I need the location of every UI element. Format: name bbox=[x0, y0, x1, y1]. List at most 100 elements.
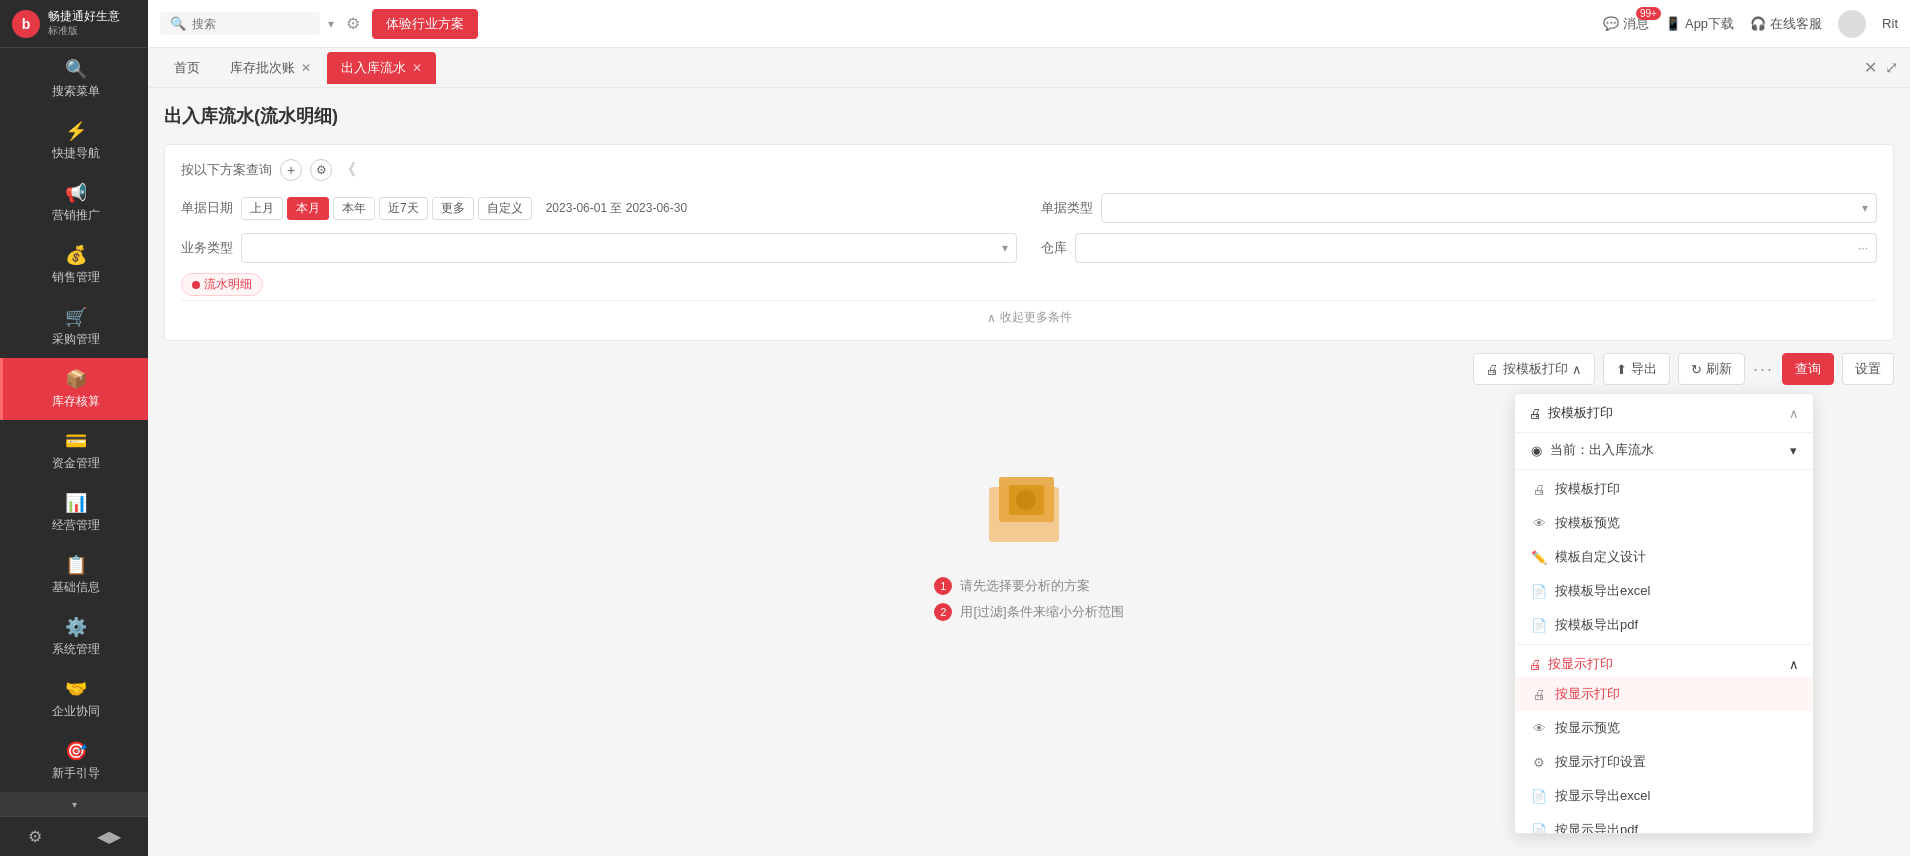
dp-template-label-2: 模板自定义设计 bbox=[1555, 548, 1646, 566]
dp-divider-2 bbox=[1515, 644, 1813, 645]
dp-display-icon-4: 📄 bbox=[1531, 822, 1547, 833]
topbar-gear-icon[interactable]: ⚙ bbox=[346, 14, 360, 33]
trial-button[interactable]: 体验行业方案 bbox=[372, 9, 478, 39]
message-btn[interactable]: 💬 消息 99+ bbox=[1603, 15, 1649, 33]
sidebar-item-11[interactable]: 🎯新手引导 bbox=[0, 730, 148, 792]
settings-button[interactable]: 设置 bbox=[1842, 353, 1894, 385]
refresh-button[interactable]: ↻ 刷新 bbox=[1678, 353, 1745, 385]
sidebar-item-9[interactable]: ⚙️系统管理 bbox=[0, 606, 148, 668]
sidebar-item-7[interactable]: 📊经营管理 bbox=[0, 482, 148, 544]
dp-template-icon-0: 🖨 bbox=[1531, 481, 1547, 497]
collapse-button[interactable]: ∧ 收起更多条件 bbox=[181, 300, 1877, 326]
tab-close-2[interactable]: ✕ bbox=[412, 61, 422, 75]
sidebar-item-0[interactable]: 🔍搜索菜单 bbox=[0, 48, 148, 110]
step-1-num: 1 bbox=[934, 577, 952, 595]
settings-icon[interactable]: ⚙ bbox=[28, 827, 42, 846]
sidebar-item-6[interactable]: 💳 资金管理 bbox=[0, 420, 148, 482]
sidebar-scroll-down[interactable]: ▾ bbox=[0, 792, 148, 816]
filter-add-button[interactable]: + bbox=[280, 159, 302, 181]
query-button[interactable]: 查询 bbox=[1782, 353, 1834, 385]
date-shortcut-4[interactable]: 更多 bbox=[432, 197, 474, 220]
warehouse-arrow-icon: ··· bbox=[1858, 241, 1868, 255]
date-range-text: 2023-06-01 至 2023-06-30 bbox=[546, 200, 687, 217]
sidebar-item-2[interactable]: 📢营销推广 bbox=[0, 172, 148, 234]
dp-scrollable: ◉ 当前：出入库流水 ▾ 🖨按模板打印👁按模板预览✏️模板自定义设计📄按模板导出… bbox=[1515, 433, 1813, 833]
dp-display-icon-2: ⚙ bbox=[1531, 754, 1547, 770]
dp-template-icon-1: 👁 bbox=[1531, 515, 1547, 531]
empty-step-1: 1 请先选择要分析的方案 bbox=[934, 577, 1123, 595]
logo-icon: b bbox=[12, 10, 40, 38]
print-dropdown-panel: 🖨 按模板打印 ∧ ◉ 当前：出入库流水 ▾ 🖨按模板打印 👁 bbox=[1514, 393, 1814, 834]
sidebar-item-3[interactable]: 💰销售管理 bbox=[0, 234, 148, 296]
biz-type-select[interactable]: ▾ bbox=[241, 233, 1017, 263]
search-box[interactable]: 🔍 bbox=[160, 12, 320, 35]
warehouse-field: 仓库 ··· bbox=[1041, 233, 1877, 263]
username-label[interactable]: Rit bbox=[1882, 16, 1898, 31]
dp-display-icon-0: 🖨 bbox=[1531, 686, 1547, 702]
collapse-icon[interactable]: ◀▶ bbox=[97, 827, 121, 846]
date-shortcut-2[interactable]: 本年 bbox=[333, 197, 375, 220]
sidebar-item-5[interactable]: 📦库存核算 bbox=[0, 358, 148, 420]
sidebar-item-4[interactable]: 🛒采购管理 bbox=[0, 296, 148, 358]
sidebar-icon-1: ⚡ bbox=[65, 120, 87, 142]
tab-label-0: 首页 bbox=[174, 59, 200, 77]
dp-display-item-0[interactable]: 🖨按显示打印 bbox=[1515, 677, 1813, 711]
warehouse-label: 仓库 bbox=[1041, 239, 1067, 257]
close-window-icon[interactable]: ✕ bbox=[1864, 58, 1877, 77]
sidebar-item-10[interactable]: 🤝企业协同 bbox=[0, 668, 148, 730]
dp-up-icon[interactable]: ∧ bbox=[1789, 406, 1799, 421]
date-shortcut-3[interactable]: 近7天 bbox=[379, 197, 428, 220]
dp-template-item-1[interactable]: 👁按模板预览 bbox=[1515, 506, 1813, 540]
dp-display-item-2[interactable]: ⚙按显示打印设置 bbox=[1515, 745, 1813, 779]
dp-template-item-0[interactable]: 🖨按模板打印 bbox=[1515, 472, 1813, 506]
page-title: 出入库流水(流水明细) bbox=[164, 104, 1894, 128]
app-download-btn[interactable]: 📱 App下载 bbox=[1665, 15, 1734, 33]
sidebar-icon-4: 🛒 bbox=[65, 306, 87, 328]
dp-display-item-1[interactable]: 👁按显示预览 bbox=[1515, 711, 1813, 745]
filter-tag-item[interactable]: 流水明细 bbox=[181, 273, 263, 296]
dp-template-item-3[interactable]: 📄按模板导出excel bbox=[1515, 574, 1813, 608]
maximize-icon[interactable]: ⤢ bbox=[1885, 58, 1898, 77]
filter-area: 按以下方案查询 + ⚙ 《 单据日期 上月本月本年近7天更多自定义 2023-0… bbox=[164, 144, 1894, 341]
export-button[interactable]: ⬆ 导出 bbox=[1603, 353, 1670, 385]
filter-gear-button[interactable]: ⚙ bbox=[310, 159, 332, 181]
user-avatar[interactable] bbox=[1838, 10, 1866, 38]
dp-template-item-2[interactable]: ✏️模板自定义设计 bbox=[1515, 540, 1813, 574]
tab-2[interactable]: 出入库流水✕ bbox=[327, 52, 436, 84]
print-template-button[interactable]: 🖨 按模板打印 ∧ bbox=[1473, 353, 1595, 385]
sidebar-label-8: 基础信息 bbox=[52, 579, 100, 596]
sidebar-item-8[interactable]: 📋 基础信息 bbox=[0, 544, 148, 606]
sidebar-label-0: 搜索菜单 bbox=[52, 83, 100, 100]
more-options-icon[interactable]: ··· bbox=[1753, 359, 1774, 380]
filter-collapse-icon[interactable]: 《 bbox=[340, 160, 356, 181]
date-shortcut-0[interactable]: 上月 bbox=[241, 197, 283, 220]
sidebar-icon-3: 💰 bbox=[65, 244, 87, 266]
dp-divider-1 bbox=[1515, 469, 1813, 470]
sidebar-icon-8: 📋 bbox=[65, 554, 87, 576]
warehouse-select[interactable]: ··· bbox=[1075, 233, 1877, 263]
dp-template-item-4[interactable]: 📄按模板导出pdf bbox=[1515, 608, 1813, 642]
dp-display-item-3[interactable]: 📄按显示导出excel bbox=[1515, 779, 1813, 813]
online-service-btn[interactable]: 🎧 在线客服 bbox=[1750, 15, 1822, 33]
tab-0[interactable]: 首页 bbox=[160, 52, 214, 84]
tab-1[interactable]: 库存批次账✕ bbox=[216, 52, 325, 84]
tab-close-1[interactable]: ✕ bbox=[301, 61, 311, 75]
topbar-chevron-icon[interactable]: ▾ bbox=[328, 17, 334, 31]
sidebar-label-9: 系统管理 bbox=[52, 641, 100, 658]
sidebar-label-2: 营销推广 bbox=[52, 207, 100, 224]
dp-current-label[interactable]: ◉ 当前：出入库流水 ▾ bbox=[1515, 433, 1813, 467]
sidebar-nav: 🔍搜索菜单 ⚡ 快捷导航 📢营销推广💰销售管理🛒采购管理📦库存核算 💳 资金管理 📊经营管理… bbox=[0, 48, 148, 792]
sidebar-label-1: 快捷导航 bbox=[52, 145, 100, 162]
tabs-bar: 首页库存批次账✕出入库流水✕ ✕ ⤢ bbox=[148, 48, 1910, 88]
search-input[interactable] bbox=[192, 17, 302, 31]
sidebar-item-1[interactable]: ⚡ 快捷导航 bbox=[0, 110, 148, 172]
main-area: 🔍 ▾ ⚙ 体验行业方案 💬 消息 99+ 📱 App下载 🎧 在线客服 bbox=[148, 0, 1910, 856]
dp-display-label-1: 按显示预览 bbox=[1555, 719, 1620, 737]
doc-type-select[interactable]: ▾ bbox=[1101, 193, 1877, 223]
sidebar-label-6: 资金管理 bbox=[52, 455, 100, 472]
date-shortcut-5[interactable]: 自定义 bbox=[478, 197, 532, 220]
sidebar-icon-6: 💳 bbox=[65, 430, 87, 452]
date-shortcut-1[interactable]: 本月 bbox=[287, 197, 329, 220]
dp-display-item-4[interactable]: 📄按显示导出pdf bbox=[1515, 813, 1813, 833]
dp-header: 🖨 按模板打印 ∧ bbox=[1515, 394, 1813, 433]
